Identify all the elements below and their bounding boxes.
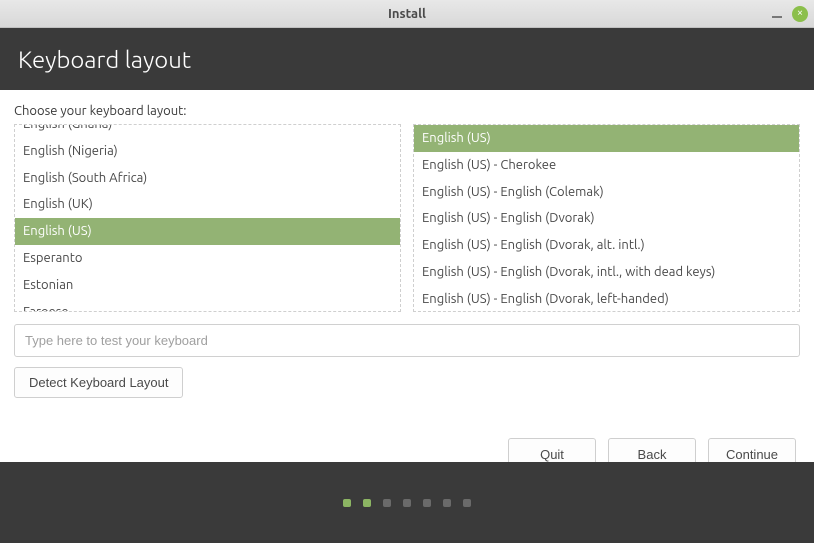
list-item[interactable]: English (US) xyxy=(414,125,799,152)
progress-dot xyxy=(443,499,451,507)
list-item[interactable]: English (Nigeria) xyxy=(15,138,400,165)
list-item[interactable]: English (US) - English (Dvorak, alt. int… xyxy=(414,232,799,259)
window-controls: × xyxy=(772,6,808,22)
list-item[interactable]: English (US) - Cherokee xyxy=(414,152,799,179)
progress-dot xyxy=(463,499,471,507)
list-item[interactable]: English (South Africa) xyxy=(15,165,400,192)
list-item[interactable]: Estonian xyxy=(15,272,400,299)
progress-dot xyxy=(423,499,431,507)
keyboard-test-input[interactable] xyxy=(14,324,800,357)
progress-dot xyxy=(363,499,371,507)
layout-lists: English (Ghana)English (Nigeria)English … xyxy=(14,124,800,312)
prompt-label: Choose your keyboard layout: xyxy=(14,104,800,118)
page-header: Keyboard layout xyxy=(0,28,814,90)
list-item[interactable]: English (US) - English (Dvorak) xyxy=(414,205,799,232)
page-title: Keyboard layout xyxy=(18,46,191,73)
list-item[interactable]: English (Ghana) xyxy=(15,124,400,138)
list-item[interactable]: English (US) - English (Dvorak, intl., w… xyxy=(414,259,799,286)
list-item[interactable]: English (US) xyxy=(15,218,400,245)
titlebar: Install × xyxy=(0,0,814,28)
list-item[interactable]: English (UK) xyxy=(15,191,400,218)
close-icon[interactable]: × xyxy=(792,6,808,22)
progress-dot xyxy=(343,499,351,507)
list-item[interactable]: Esperanto xyxy=(15,245,400,272)
progress-dot xyxy=(403,499,411,507)
list-item[interactable]: English (US) - English (Dvorak, left-han… xyxy=(414,286,799,312)
minimize-icon[interactable] xyxy=(772,16,782,18)
progress-dots xyxy=(0,462,814,543)
progress-dot xyxy=(383,499,391,507)
main-content: Choose your keyboard layout: English (Gh… xyxy=(0,90,814,462)
detect-layout-button[interactable]: Detect Keyboard Layout xyxy=(14,367,183,398)
layout-listbox[interactable]: English (Ghana)English (Nigeria)English … xyxy=(14,124,401,312)
list-item[interactable]: Faroese xyxy=(15,299,400,312)
variant-listbox[interactable]: English (US)English (US) - CherokeeEngli… xyxy=(413,124,800,312)
list-item[interactable]: English (US) - English (Colemak) xyxy=(414,179,799,206)
window-title: Install xyxy=(388,7,426,21)
